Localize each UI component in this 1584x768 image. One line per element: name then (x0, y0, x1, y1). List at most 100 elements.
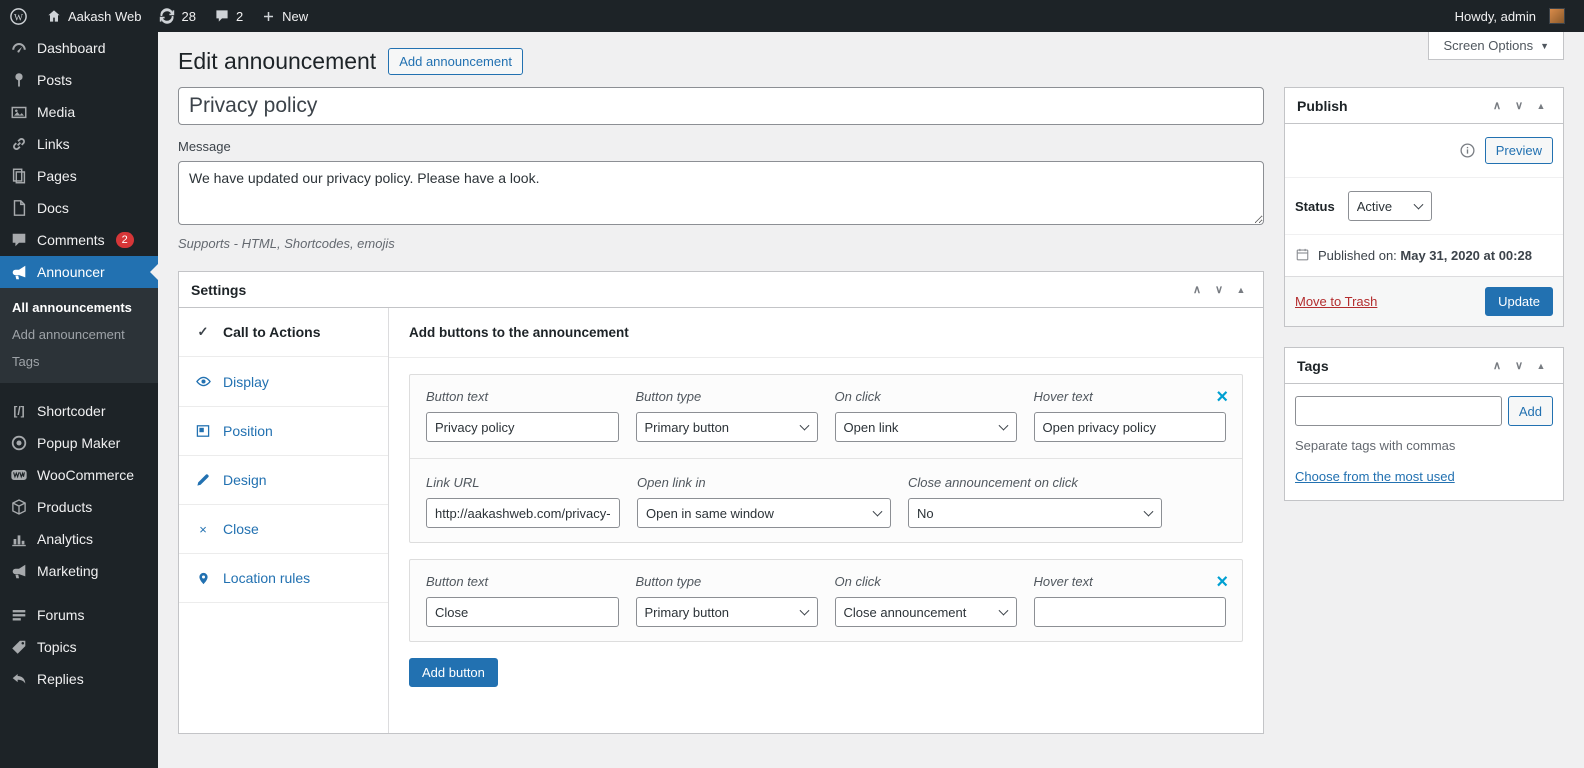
remove-button-icon[interactable]: × (1216, 572, 1228, 592)
hover-text-input[interactable] (1034, 597, 1227, 627)
close-on-click-select[interactable]: No (908, 498, 1162, 528)
screen-options-button[interactable]: Screen Options ▼ (1428, 32, 1564, 60)
sidebar-item-analytics[interactable]: Analytics (0, 523, 158, 555)
sidebar-item-topics[interactable]: Topics (0, 631, 158, 663)
hover-text-input[interactable] (1034, 412, 1227, 442)
collapse-toggle-icon[interactable]: ▲ (1531, 96, 1551, 116)
move-down-icon[interactable]: ∨ (1509, 96, 1529, 116)
submenu-item-add-announcement[interactable]: Add announcement (0, 321, 158, 348)
sidebar-item-label: Replies (37, 671, 84, 687)
tags-metabox: Tags ∧ ∨ ▲ Add Separate tags with commas… (1284, 347, 1564, 501)
link-url-input[interactable] (426, 498, 620, 528)
sidebar-item-label: Comments (37, 232, 105, 248)
sidebar-item-label: Media (37, 104, 75, 120)
sidebar-item-label: Analytics (37, 531, 93, 547)
info-icon[interactable] (1459, 142, 1476, 159)
sidebar-item-comments[interactable]: Comments 2 (0, 224, 158, 256)
move-down-icon[interactable]: ∨ (1509, 356, 1529, 376)
add-tag-button[interactable]: Add (1508, 396, 1553, 426)
move-down-icon[interactable]: ∨ (1209, 280, 1229, 300)
tab-call-to-actions[interactable]: ✓ Call to Actions (179, 308, 388, 357)
sidebar-item-label: Links (37, 136, 70, 152)
chevron-down-icon: ▼ (1540, 41, 1549, 51)
announcement-button-card: × Button text Button type Primary button (409, 374, 1243, 543)
sidebar-item-label: Popup Maker (37, 435, 120, 451)
settings-tabs: ✓ Call to Actions Display Position (179, 308, 389, 733)
submenu-item-all-announcements[interactable]: All announcements (0, 294, 158, 321)
button-type-select[interactable]: Primary button (636, 412, 818, 442)
design-pencil-icon (194, 472, 212, 488)
add-button-button[interactable]: Add button (409, 658, 498, 687)
admin-bar: W Aakash Web 28 2 New Howdy, admin (0, 0, 1584, 32)
topics-icon (10, 638, 28, 656)
button-text-input[interactable] (426, 412, 619, 442)
sidebar-item-woocommerce[interactable]: WooCommerce (0, 459, 158, 491)
move-up-icon[interactable]: ∧ (1487, 96, 1507, 116)
publish-metabox: Publish ∧ ∨ ▲ Preview Status Active (1284, 87, 1564, 327)
sidebar-item-media[interactable]: Media (0, 96, 158, 128)
settings-metabox-title: Settings (191, 282, 1187, 298)
on-click-select[interactable]: Close announcement (835, 597, 1017, 627)
plus-icon (261, 9, 276, 24)
new-content-menu[interactable]: New (252, 0, 317, 32)
tags-input[interactable] (1295, 396, 1502, 426)
woocommerce-icon (10, 466, 28, 484)
site-menu[interactable]: Aakash Web (37, 0, 150, 32)
tab-close[interactable]: × Close (179, 505, 388, 554)
tab-location-rules[interactable]: Location rules (179, 554, 388, 603)
tab-label: Location rules (223, 570, 310, 586)
sidebar-item-marketing[interactable]: Marketing (0, 555, 158, 587)
sidebar-item-docs[interactable]: Docs (0, 192, 158, 224)
sidebar-item-popup-maker[interactable]: Popup Maker (0, 427, 158, 459)
tab-position[interactable]: Position (179, 407, 388, 456)
message-textarea[interactable]: We have updated our privacy policy. Plea… (178, 161, 1264, 225)
button-type-select[interactable]: Primary button (636, 597, 818, 627)
field-label: Button type (636, 389, 818, 404)
field-label: Button text (426, 389, 619, 404)
sidebar-item-links[interactable]: Links (0, 128, 158, 160)
tab-display[interactable]: Display (179, 357, 388, 407)
wp-logo-menu[interactable]: W (0, 0, 37, 32)
remove-button-icon[interactable]: × (1216, 387, 1228, 407)
collapse-toggle-icon[interactable]: ▲ (1231, 280, 1251, 300)
sidebar-item-forums[interactable]: Forums (0, 599, 158, 631)
comments-menu[interactable]: 2 (205, 0, 252, 32)
sidebar-item-announcer[interactable]: Announcer (0, 256, 158, 288)
add-announcement-button[interactable]: Add announcement (388, 48, 523, 75)
on-click-select[interactable]: Open link (835, 412, 1017, 442)
collapse-toggle-icon[interactable]: ▲ (1531, 356, 1551, 376)
move-up-icon[interactable]: ∧ (1487, 356, 1507, 376)
choose-most-used-link[interactable]: Choose from the most used (1295, 469, 1455, 484)
popup-maker-icon (10, 434, 28, 452)
sidebar-item-replies[interactable]: Replies (0, 663, 158, 695)
tab-design[interactable]: Design (179, 456, 388, 505)
button-text-input[interactable] (426, 597, 619, 627)
sidebar-item-posts[interactable]: Posts (0, 64, 158, 96)
field-label: On click (835, 574, 1017, 589)
sidebar-item-label: Products (37, 499, 92, 515)
submenu-item-tags[interactable]: Tags (0, 348, 158, 375)
announcement-button-card: × Button text Button type Primary button (409, 559, 1243, 642)
sidebar-item-label: Docs (37, 200, 69, 216)
field-label: Hover text (1034, 574, 1227, 589)
shortcoder-icon: [/] (10, 402, 28, 420)
sidebar-item-shortcoder[interactable]: [/] Shortcoder (0, 395, 158, 427)
updates-menu[interactable]: 28 (150, 0, 204, 32)
account-menu[interactable]: Howdy, admin (1446, 0, 1574, 32)
sidebar-item-pages[interactable]: Pages (0, 160, 158, 192)
forums-icon (10, 606, 28, 624)
move-up-icon[interactable]: ∧ (1187, 280, 1207, 300)
update-button[interactable]: Update (1485, 287, 1553, 316)
open-link-in-select[interactable]: Open in same window (637, 498, 891, 528)
sidebar-item-label: Marketing (37, 563, 98, 579)
preview-button[interactable]: Preview (1485, 137, 1553, 164)
replies-icon (10, 670, 28, 688)
move-to-trash-link[interactable]: Move to Trash (1295, 294, 1377, 309)
sidebar-item-label: Topics (37, 639, 77, 655)
announcement-title-input[interactable] (178, 87, 1264, 125)
status-select[interactable]: Active (1348, 191, 1432, 221)
sidebar-item-products[interactable]: Products (0, 491, 158, 523)
buttons-section-heading: Add buttons to the announcement (389, 308, 1263, 358)
field-label: On click (835, 389, 1017, 404)
sidebar-item-dashboard[interactable]: Dashboard (0, 32, 158, 64)
